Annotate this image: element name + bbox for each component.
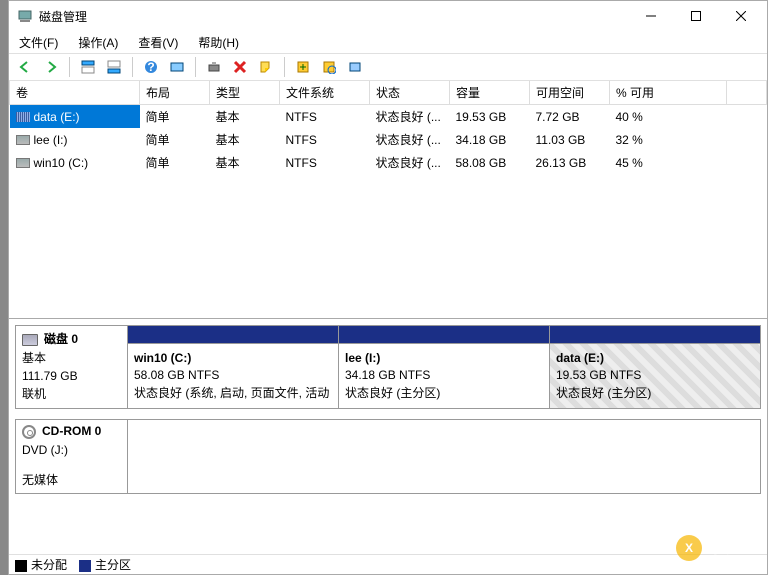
partition[interactable]: data (E:)19.53 GB NTFS状态良好 (主分区) bbox=[549, 326, 760, 408]
cdrom-block: CD-ROM 0 DVD (J:) 无媒体 bbox=[15, 419, 761, 494]
menu-action[interactable]: 操作(A) bbox=[74, 32, 122, 53]
volume-table: 卷 布局 类型 文件系统 状态 容量 可用空间 % 可用 data (E:)简单… bbox=[9, 81, 767, 174]
hdd-icon bbox=[22, 334, 38, 346]
window-title: 磁盘管理 bbox=[37, 8, 628, 25]
cdrom-info[interactable]: CD-ROM 0 DVD (J:) 无媒体 bbox=[15, 419, 127, 494]
col-free[interactable]: 可用空间 bbox=[530, 81, 610, 105]
refresh-button[interactable] bbox=[202, 55, 226, 79]
properties-button[interactable] bbox=[254, 55, 278, 79]
col-type[interactable]: 类型 bbox=[210, 81, 280, 105]
col-spacer[interactable] bbox=[727, 81, 767, 105]
menu-view[interactable]: 查看(V) bbox=[134, 32, 182, 53]
forward-button[interactable] bbox=[39, 55, 63, 79]
volume-row[interactable]: win10 (C:)简单基本NTFS状态良好 (...58.08 GB26.13… bbox=[10, 151, 767, 174]
col-fs[interactable]: 文件系统 bbox=[280, 81, 370, 105]
back-button[interactable] bbox=[13, 55, 37, 79]
action2-button[interactable] bbox=[317, 55, 341, 79]
col-pct[interactable]: % 可用 bbox=[610, 81, 727, 105]
view-top-button[interactable] bbox=[76, 55, 100, 79]
cd-icon bbox=[22, 425, 36, 439]
partition[interactable]: lee (I:)34.18 GB NTFS状态良好 (主分区) bbox=[338, 326, 549, 408]
menu-help[interactable]: 帮助(H) bbox=[194, 32, 243, 53]
disk-graphic-pane[interactable]: 磁盘 0 基本 111.79 GB 联机 win10 (C:)58.08 GB … bbox=[9, 319, 767, 554]
view-bottom-button[interactable] bbox=[102, 55, 126, 79]
close-button[interactable] bbox=[718, 1, 763, 31]
titlebar[interactable]: 磁盘管理 bbox=[9, 1, 767, 31]
maximize-button[interactable] bbox=[673, 1, 718, 31]
volume-row[interactable]: lee (I:)简单基本NTFS状态良好 (...34.18 GB11.03 G… bbox=[10, 128, 767, 151]
col-volume[interactable]: 卷 bbox=[10, 81, 140, 105]
col-layout[interactable]: 布局 bbox=[140, 81, 210, 105]
cdrom-area[interactable] bbox=[127, 419, 761, 494]
delete-button[interactable] bbox=[228, 55, 252, 79]
menu-file[interactable]: 文件(F) bbox=[15, 32, 62, 53]
toolbar: ? bbox=[9, 53, 767, 81]
col-capacity[interactable]: 容量 bbox=[450, 81, 530, 105]
svg-text:?: ? bbox=[147, 60, 154, 74]
menubar: 文件(F) 操作(A) 查看(V) 帮助(H) bbox=[9, 31, 767, 53]
legend-unallocated: 未分配 bbox=[15, 556, 67, 573]
app-icon bbox=[17, 8, 33, 24]
legend-primary: 主分区 bbox=[79, 556, 131, 573]
disk-0-info[interactable]: 磁盘 0 基本 111.79 GB 联机 bbox=[15, 325, 127, 409]
partition[interactable]: win10 (C:)58.08 GB NTFS状态良好 (系统, 启动, 页面文… bbox=[128, 326, 338, 408]
action3-button[interactable] bbox=[343, 55, 367, 79]
volume-row[interactable]: data (E:)简单基本NTFS状态良好 (...19.53 GB7.72 G… bbox=[10, 105, 767, 129]
statusbar: 未分配 主分区 bbox=[9, 554, 767, 574]
action1-button[interactable] bbox=[291, 55, 315, 79]
help-icon[interactable]: ? bbox=[139, 55, 163, 79]
disk-management-window: 磁盘管理 文件(F) 操作(A) 查看(V) 帮助(H) ? bbox=[8, 0, 768, 575]
col-status[interactable]: 状态 bbox=[370, 81, 450, 105]
minimize-button[interactable] bbox=[628, 1, 673, 31]
settings-button[interactable] bbox=[165, 55, 189, 79]
volume-list-pane[interactable]: 卷 布局 类型 文件系统 状态 容量 可用空间 % 可用 data (E:)简单… bbox=[9, 81, 767, 319]
disk-0-block: 磁盘 0 基本 111.79 GB 联机 win10 (C:)58.08 GB … bbox=[15, 325, 761, 409]
